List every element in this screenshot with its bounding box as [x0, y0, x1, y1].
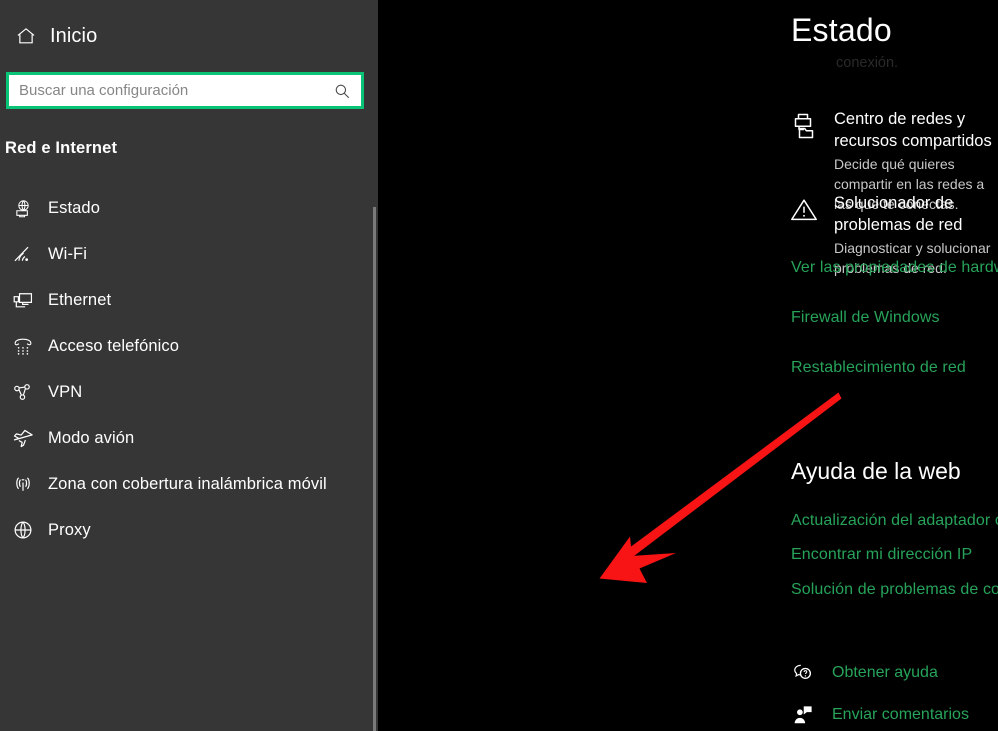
link-network-reset[interactable]: Restablecimiento de red — [791, 359, 966, 377]
ethernet-icon — [6, 289, 40, 311]
link-hardware-connection-properties[interactable]: Ver las propiedades de hardware y de con… — [791, 259, 998, 277]
web-help-heading: Ayuda de la web — [791, 458, 961, 484]
search-icon[interactable] — [333, 82, 351, 100]
sidebar-item-home[interactable]: Inicio — [0, 14, 378, 58]
sidebar-item-estado[interactable]: Estado — [0, 185, 378, 231]
sidebar-item-acceso-telefonico[interactable]: Acceso telefónico — [0, 323, 378, 369]
web-link-fix-network-connection[interactable]: Solución de problemas de conexión de red — [791, 581, 998, 599]
sidebar-item-label: Wi-Fi — [48, 244, 87, 263]
network-status-icon — [6, 198, 40, 219]
vpn-icon — [6, 381, 40, 403]
globe-icon — [6, 519, 40, 541]
sidebar-item-label: Proxy — [48, 520, 91, 539]
footer-link-get-help[interactable]: Obtener ayuda — [790, 662, 938, 684]
home-icon — [8, 25, 44, 47]
sidebar-section-title: Red e Internet — [5, 139, 118, 157]
sidebar-item-label: Acceso telefónico — [48, 336, 180, 355]
link-windows-firewall[interactable]: Firewall de Windows — [791, 309, 940, 327]
footer-link-send-feedback[interactable]: Enviar comentarios — [790, 704, 969, 726]
help-bubble-icon — [790, 662, 816, 684]
page-title: Estado — [791, 12, 892, 48]
footer-link-label: Enviar comentarios — [832, 706, 969, 723]
sidebar-item-label: Modo avión — [48, 428, 135, 447]
mobile-hotspot-icon — [6, 473, 40, 495]
feedback-person-icon — [790, 704, 816, 726]
feature-title: Centro de redes y recursos compartidos — [834, 110, 992, 150]
web-link-find-my-ip[interactable]: Encontrar mi dirección IP — [791, 546, 972, 564]
sidebar-item-label: Ethernet — [48, 290, 112, 309]
search-box[interactable] — [6, 72, 364, 109]
warning-triangle-icon — [788, 192, 828, 226]
sidebar-nav: Estado Wi-Fi Ethernet Acceso telefónico … — [0, 185, 378, 553]
wifi-icon — [6, 243, 40, 265]
scrolled-partial-text: conexión. — [836, 55, 899, 71]
printer-folder-sharing-icon — [788, 108, 828, 142]
sidebar-item-wifi[interactable]: Wi-Fi — [0, 231, 378, 277]
sidebar-item-label: Estado — [48, 198, 100, 217]
sidebar-item-vpn[interactable]: VPN — [0, 369, 378, 415]
main-content: conexión. Estado Centro de redes y recur… — [378, 0, 998, 731]
sidebar-item-zona-cobertura[interactable]: Zona con cobertura inalámbrica móvil — [0, 461, 378, 507]
sidebar-item-label: VPN — [48, 382, 83, 401]
sidebar-home-label: Inicio — [50, 24, 98, 47]
dial-up-phone-icon — [6, 335, 40, 357]
settings-window: Inicio Red e Internet — [0, 0, 998, 731]
web-link-adapter-driver-update[interactable]: Actualización del adaptador o controlado… — [791, 512, 998, 530]
sidebar-item-ethernet[interactable]: Ethernet — [0, 277, 378, 323]
sidebar-item-proxy[interactable]: Proxy — [0, 507, 378, 553]
airplane-icon — [6, 427, 40, 450]
sidebar: Inicio Red e Internet — [0, 0, 378, 731]
sidebar-item-label: Zona con cobertura inalámbrica móvil — [48, 474, 327, 493]
search-input[interactable] — [9, 75, 309, 106]
sidebar-item-modo-avion[interactable]: Modo avión — [0, 415, 378, 461]
sidebar-scrollbar[interactable] — [373, 207, 376, 731]
feature-title: Solucionador de problemas de red — [834, 194, 963, 234]
footer-link-label: Obtener ayuda — [832, 664, 938, 681]
